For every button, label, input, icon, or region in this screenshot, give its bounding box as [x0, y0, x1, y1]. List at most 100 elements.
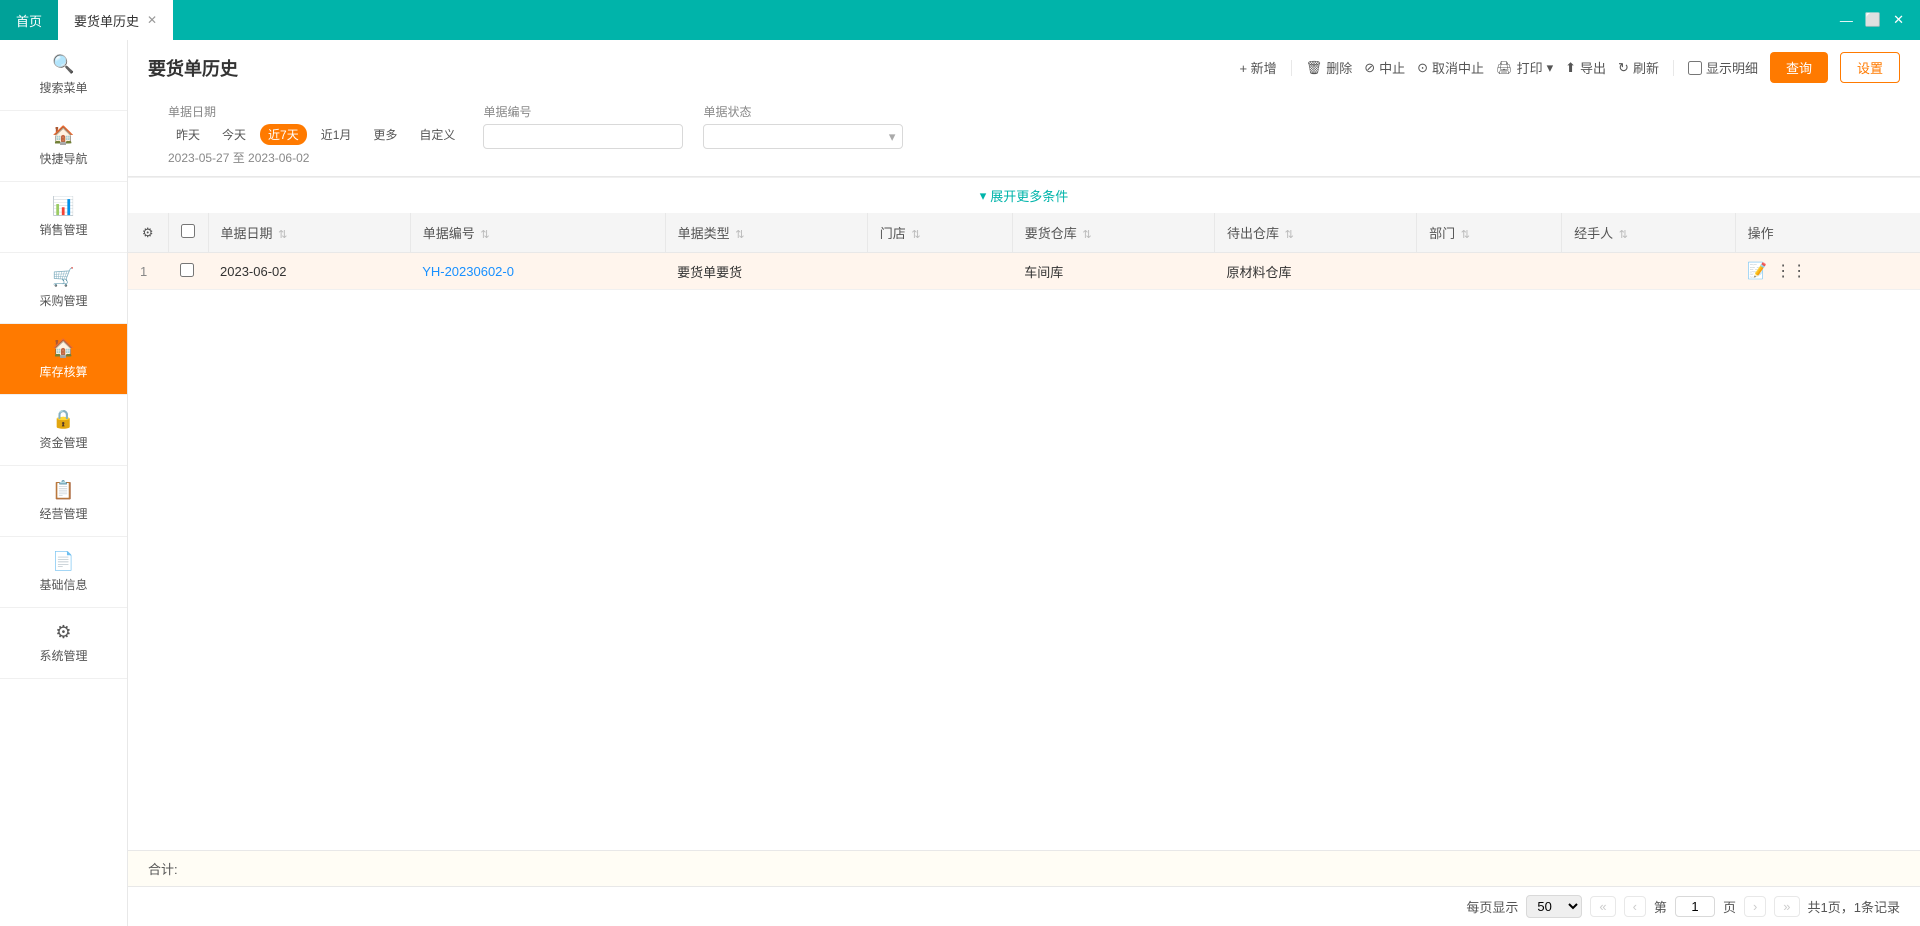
system-icon: ⚙ [55, 622, 71, 643]
page-number-input[interactable] [1675, 896, 1715, 917]
export-label: 导出 [1580, 58, 1606, 77]
th-action: 操作 [1735, 213, 1920, 253]
print-button[interactable]: 🖨 打印 ▾ [1496, 58, 1553, 77]
refresh-icon: ↻ [1618, 60, 1629, 76]
date-filter-group: 单据日期 昨天 今天 近7天 近1月 更多 自定义 2023-05-27 至 2… [168, 103, 463, 166]
pill-1month[interactable]: 近1月 [313, 124, 360, 145]
th-bill-type[interactable]: 单据类型 ⇅ [665, 213, 867, 253]
print-chevron-icon: ▾ [1547, 60, 1554, 76]
prev-page-btn[interactable]: ‹ [1624, 896, 1646, 917]
search-menu-icon: 🔍 [52, 54, 74, 75]
th-date[interactable]: 单据日期 ⇅ [208, 213, 410, 253]
table-header-row: ⚙ 单据日期 ⇅ 单据编号 ⇅ 单据类型 ⇅ 门店 ⇅ 要货仓库 ⇅ 待出仓库 … [128, 213, 1920, 253]
per-page-select[interactable]: 50 100 200 [1526, 895, 1582, 918]
sales-icon: 📊 [52, 196, 74, 217]
new-button[interactable]: + 新增 [1239, 58, 1276, 77]
row-select-checkbox[interactable] [180, 263, 194, 277]
delete-button[interactable]: 🗑 删除 [1306, 58, 1353, 77]
bill-no-input[interactable] [483, 124, 683, 149]
th-handler[interactable]: 经手人 ⇅ [1562, 213, 1736, 253]
print-label: 打印 [1517, 58, 1543, 77]
tab-bill-history[interactable]: 要货单历史 ✕ [58, 0, 173, 40]
tab-close-icon[interactable]: ✕ [147, 13, 157, 27]
sidebar-item-system[interactable]: ⚙ 系统管理 [0, 608, 127, 679]
row-checkbox[interactable] [168, 253, 208, 290]
sidebar-item-label: 快捷导航 [39, 150, 87, 167]
row-no: 1 [128, 253, 168, 290]
stop-icon: ⊘ [1364, 60, 1375, 76]
sidebar: 🔍 搜索菜单 🏠 快捷导航 📊 销售管理 🛒 采购管理 🏠 库存核算 🔒 资金管… [0, 40, 128, 926]
window-minimize[interactable]: — [1840, 13, 1853, 28]
date-range-display: 2023-05-27 至 2023-06-02 [168, 149, 463, 166]
filter-row: 单据日期 昨天 今天 近7天 近1月 更多 自定义 2023-05-27 至 2… [148, 93, 1900, 176]
inventory-icon: 🏠 [52, 338, 74, 359]
stop-label: 中止 [1379, 58, 1405, 77]
pill-7days[interactable]: 近7天 [260, 124, 307, 145]
th-checkbox[interactable] [168, 213, 208, 253]
basic-info-icon: 📄 [52, 551, 74, 572]
page-title-row: 要货单历史 + 新增 🗑 删除 ⊘ 中止 ⊙ [148, 52, 1900, 83]
th-pending-warehouse[interactable]: 待出仓库 ⇅ [1214, 213, 1416, 253]
th-bill-no[interactable]: 单据编号 ⇅ [410, 213, 665, 253]
refresh-button[interactable]: ↻ 刷新 [1618, 58, 1659, 77]
print-icon: 🖨 [1496, 60, 1513, 76]
settings-button[interactable]: 设置 [1840, 52, 1900, 83]
tab-list: 首页 要货单历史 ✕ [0, 0, 1840, 40]
status-select[interactable] [703, 124, 903, 149]
tab-home[interactable]: 首页 [0, 0, 58, 40]
sidebar-item-inventory[interactable]: 🏠 库存核算 [0, 324, 127, 395]
window-close[interactable]: ✕ [1893, 12, 1904, 28]
finance-icon: 🔒 [52, 409, 74, 430]
cancel-stop-button[interactable]: ⊙ 取消中止 [1417, 58, 1484, 77]
sidebar-item-quick-nav[interactable]: 🏠 快捷导航 [0, 111, 127, 182]
th-req-warehouse[interactable]: 要货仓库 ⇅ [1012, 213, 1214, 253]
select-all-checkbox[interactable] [181, 224, 195, 238]
expand-more-label: 展开更多条件 [990, 186, 1068, 205]
window-controls: — ⬜ ✕ [1840, 12, 1920, 28]
footer-total-label: 合计: [148, 859, 178, 878]
pill-today[interactable]: 今天 [214, 124, 254, 145]
status-select-wrapper [703, 124, 903, 149]
window-maximize[interactable]: ⬜ [1865, 12, 1881, 28]
bill-no-label: 单据编号 [483, 103, 683, 120]
display-detail-button[interactable]: 显示明细 [1688, 58, 1758, 77]
sidebar-item-sales[interactable]: 📊 销售管理 [0, 182, 127, 253]
edit-row-icon[interactable]: 📝 [1747, 261, 1767, 281]
sidebar-item-search-menu[interactable]: 🔍 搜索菜单 [0, 40, 127, 111]
th-settings[interactable]: ⚙ [128, 213, 168, 253]
pill-yesterday[interactable]: 昨天 [168, 124, 208, 145]
next-page-btn[interactable]: › [1744, 896, 1766, 917]
sidebar-item-purchase[interactable]: 🛒 采购管理 [0, 253, 127, 324]
query-button[interactable]: 查询 [1770, 52, 1828, 83]
table-container: ⚙ 单据日期 ⇅ 单据编号 ⇅ 单据类型 ⇅ 门店 ⇅ 要货仓库 ⇅ 待出仓库 … [128, 213, 1920, 850]
last-page-btn[interactable]: » [1774, 896, 1799, 917]
display-detail-checkbox[interactable] [1688, 61, 1702, 75]
table-row: 1 2023-06-02 YH-20230602-0 要货单要货 车间库 原材料… [128, 253, 1920, 290]
sort-store-icon: ⇅ [911, 229, 920, 241]
sidebar-item-finance[interactable]: 🔒 资金管理 [0, 395, 127, 466]
sort-date-icon: ⇅ [278, 229, 287, 241]
pill-more[interactable]: 更多 [365, 124, 405, 145]
sidebar-item-label: 销售管理 [39, 221, 87, 238]
page-header: 要货单历史 + 新增 🗑 删除 ⊘ 中止 ⊙ [128, 40, 1920, 177]
expand-more-btn[interactable]: ▾ 展开更多条件 [128, 177, 1920, 213]
row-bill-no[interactable]: YH-20230602-0 [410, 253, 665, 290]
status-filter-group: 单据状态 [703, 103, 903, 149]
pagination: 每页显示 50 100 200 « ‹ 第 页 › » 共1页，1条记录 [128, 886, 1920, 926]
display-detail-label: 显示明细 [1706, 58, 1758, 77]
divider [1291, 60, 1292, 76]
first-page-btn[interactable]: « [1590, 896, 1615, 917]
th-store[interactable]: 门店 ⇅ [867, 213, 1012, 253]
row-bill-type: 要货单要货 [665, 253, 867, 290]
date-filter-label: 单据日期 [168, 103, 463, 120]
pill-custom[interactable]: 自定义 [411, 124, 463, 145]
sidebar-item-operations[interactable]: 📋 经营管理 [0, 466, 127, 537]
sidebar-item-basic-info[interactable]: 📄 基础信息 [0, 537, 127, 608]
more-row-icon[interactable]: ⋮⋮ [1775, 261, 1807, 281]
stop-button[interactable]: ⊘ 中止 [1364, 58, 1405, 77]
cancel-stop-icon: ⊙ [1417, 60, 1428, 76]
bill-no-link[interactable]: YH-20230602-0 [422, 264, 514, 279]
export-button[interactable]: ⬆ 导出 [1565, 58, 1606, 77]
delete-icon: 🗑 [1306, 60, 1323, 76]
th-department[interactable]: 部门 ⇅ [1417, 213, 1562, 253]
